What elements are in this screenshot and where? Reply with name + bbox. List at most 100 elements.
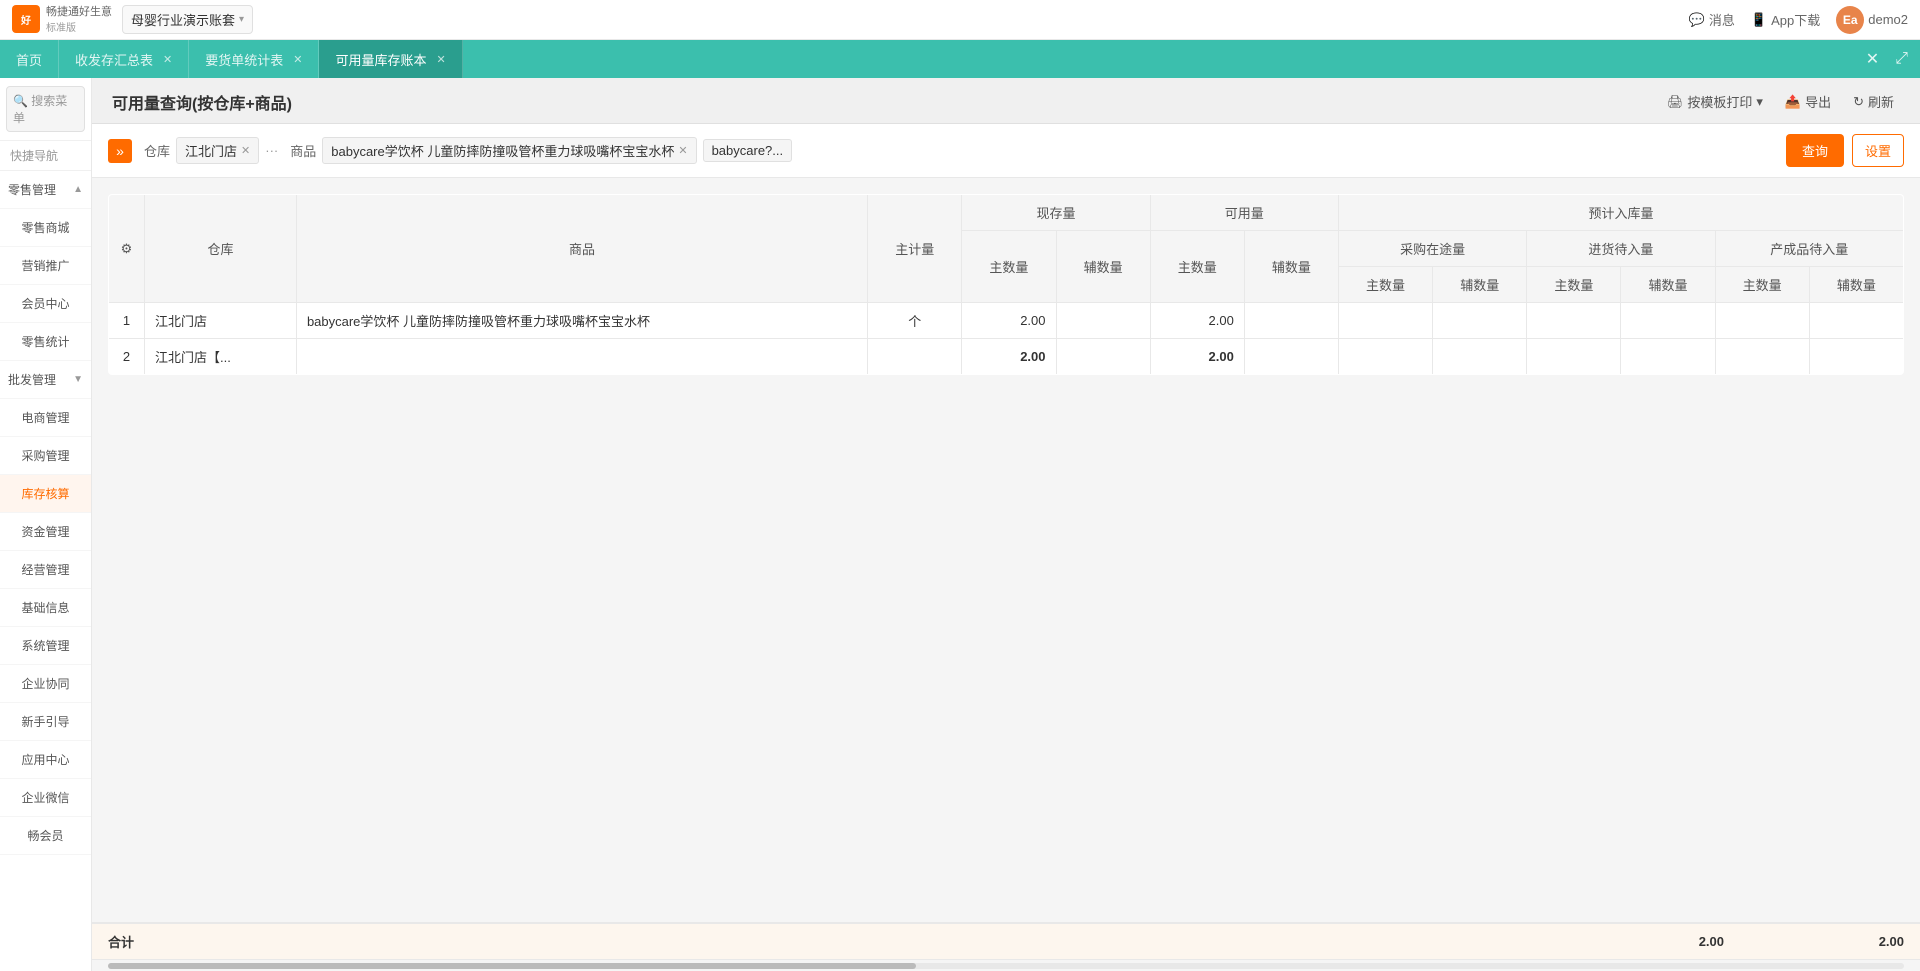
logo-text-area: 畅捷通好生意 标准版 [46, 5, 112, 34]
sidebar-finance-label: 资金管理 [21, 523, 69, 540]
logo-area: 好 畅捷通好生意 标准版 [12, 5, 112, 34]
setting-button[interactable]: 设置 [1852, 134, 1904, 167]
tab-order-summary-label: 要货单统计表 [205, 50, 283, 69]
sidebar-item-enterprise[interactable]: 企业协同 [0, 665, 91, 703]
org-selector[interactable]: 母婴行业演示账套 ▾ [122, 5, 253, 34]
sidebar-item-finance[interactable]: 资金管理 [0, 513, 91, 551]
th-purchased-transit: 采购在途量 [1338, 231, 1526, 267]
page-header-actions: 🖨 按模板打印 ▾ 📤 导出 ↻ 刷新 [1661, 88, 1900, 115]
th-gear[interactable]: ⚙ [109, 195, 145, 303]
tab-home[interactable]: 首页 [0, 40, 59, 78]
sidebar-item-enterprise-wx[interactable]: 企业微信 [0, 779, 91, 817]
user-menu[interactable]: Ea demo2 [1836, 6, 1908, 34]
warehouse-more-btn[interactable]: ··· [265, 143, 278, 158]
sidebar-item-zero-retail[interactable]: 零售管理 ▲ [0, 171, 91, 209]
sidebar-newguide-label: 新手引导 [21, 713, 69, 730]
th-purchased-aux: 辅数量 [1433, 267, 1527, 303]
th-inbound-main: 主数量 [1527, 267, 1621, 303]
logo-icon: 好 [12, 5, 40, 33]
tab-close-all-icon[interactable]: ✕ [1862, 45, 1883, 73]
row1-production-main [1715, 303, 1809, 339]
warehouse-filter-value: 江北门店 [185, 141, 237, 160]
sidebar-item-retail-store[interactable]: 零售商城 [0, 209, 91, 247]
th-production-pending: 产成品待入量 [1715, 231, 1903, 267]
row2-warehouse: 江北门店【... [145, 339, 297, 375]
logo-sub: 标准版 [46, 19, 112, 34]
table-row: 1 江北门店 babycare学饮杯 儿童防摔防撞吸管杯重力球吸嘴杯宝宝水杯 个… [109, 303, 1904, 339]
filter-expand-btn[interactable]: » [108, 139, 132, 163]
th-warehouse: 仓库 [145, 195, 297, 303]
tab-available-inventory-label: 可用量库存账本 [335, 50, 426, 69]
sidebar-item-retail-stats[interactable]: 零售统计 [0, 323, 91, 361]
content-area: 可用量查询(按仓库+商品) 🖨 按模板打印 ▾ 📤 导出 ↻ 刷新 [92, 78, 1920, 971]
scroll-thumb[interactable] [108, 963, 916, 969]
product-filter-value2: babycare?... [712, 143, 784, 158]
row2-current-aux [1056, 339, 1150, 375]
tab-bar: 首页 收发存汇总表 ✕ 要货单统计表 ✕ 可用量库存账本 ✕ ✕ ⤢ [0, 40, 1920, 78]
tab-receive-summary[interactable]: 收发存汇总表 ✕ [59, 40, 189, 78]
main-layout: 🔍 搜索菜单 快捷导航 零售管理 ▲ 零售商城 营销推广 会员中心 零售统计 批… [0, 78, 1920, 971]
row2-seq: 2 [109, 339, 145, 375]
scroll-track[interactable] [108, 963, 1904, 969]
row1-available-main: 2.00 [1150, 303, 1244, 339]
tab-receive-summary-close[interactable]: ✕ [163, 53, 172, 66]
refresh-icon: ↻ [1853, 94, 1864, 110]
row1-seq: 1 [109, 303, 145, 339]
row2-purchased-main [1338, 339, 1432, 375]
product-filter-close1[interactable]: ✕ [678, 144, 687, 157]
table-area: ⚙ 仓库 商品 主计量 现存量 可用量 预计入库量 主数量 辅数量 主数量 辅数… [92, 178, 1920, 922]
sidebar: 🔍 搜索菜单 快捷导航 零售管理 ▲ 零售商城 营销推广 会员中心 零售统计 批… [0, 78, 92, 971]
warehouse-filter-close[interactable]: ✕ [241, 144, 250, 157]
chevron-print-icon: ▾ [1756, 94, 1763, 110]
tab-expand-icon[interactable]: ⤢ [1891, 46, 1912, 72]
app-download-btn[interactable]: 📱 App下载 [1751, 10, 1820, 29]
product-filter-tag2[interactable]: babycare?... [703, 139, 793, 162]
sidebar-item-member-center[interactable]: 会员中心 [0, 285, 91, 323]
tab-available-inventory-close[interactable]: ✕ [437, 53, 446, 66]
sidebar-item-inventory[interactable]: 库存核算 [0, 475, 91, 513]
message-btn[interactable]: 💬 消息 [1689, 10, 1735, 29]
template-print-btn[interactable]: 🖨 按模板打印 ▾ [1661, 88, 1769, 115]
sidebar-item-ecommerce[interactable]: 电商管理 [0, 399, 91, 437]
sidebar-enterprise-wx-label: 企业微信 [21, 789, 69, 806]
print-icon: 🖨 [1667, 94, 1684, 110]
sidebar-item-app-center[interactable]: 应用中心 [0, 741, 91, 779]
sidebar-wholesale-label: 批发管理 [8, 371, 56, 388]
tab-order-summary-close[interactable]: ✕ [293, 53, 302, 66]
sidebar-item-basic-info[interactable]: 基础信息 [0, 589, 91, 627]
sidebar-item-system[interactable]: 系统管理 [0, 627, 91, 665]
warehouse-filter-tag[interactable]: 江北门店 ✕ [176, 137, 259, 164]
sidebar-item-marketing[interactable]: 营销推广 [0, 247, 91, 285]
sidebar-item-purchase[interactable]: 采购管理 [0, 437, 91, 475]
tab-order-summary[interactable]: 要货单统计表 ✕ [189, 40, 319, 78]
sidebar-app-center-label: 应用中心 [21, 751, 69, 768]
product-filter-tag1[interactable]: babycare学饮杯 儿童防摔防撞吸管杯重力球吸嘴杯宝宝水杯 ✕ [322, 137, 696, 164]
row1-inbound-main [1527, 303, 1621, 339]
tab-available-inventory[interactable]: 可用量库存账本 ✕ [319, 40, 462, 78]
refresh-btn[interactable]: ↻ 刷新 [1847, 88, 1900, 115]
table-footer: 合计 2.00 2.00 [92, 922, 1920, 959]
row2-production-aux [1809, 339, 1903, 375]
query-button[interactable]: 查询 [1786, 134, 1844, 167]
sidebar-item-wholesale[interactable]: 批发管理 ▼ [0, 361, 91, 399]
expand-icon: » [116, 143, 124, 159]
row1-available-aux [1244, 303, 1338, 339]
sidebar-search-button[interactable]: 🔍 搜索菜单 [6, 86, 85, 132]
message-icon: 💬 [1689, 12, 1705, 28]
sidebar-item-newguide[interactable]: 新手引导 [0, 703, 91, 741]
sidebar-item-operation[interactable]: 经营管理 [0, 551, 91, 589]
export-btn[interactable]: 📤 导出 [1779, 88, 1837, 115]
tab-home-label: 首页 [16, 50, 42, 69]
horizontal-scrollbar[interactable] [92, 959, 1920, 971]
footer-available-main: 2.00 [1804, 934, 1904, 949]
mobile-icon: 📱 [1751, 12, 1767, 28]
product-filter-label: 商品 [290, 141, 316, 160]
row1-purchased-aux [1433, 303, 1527, 339]
sidebar-retail-stats-label: 零售统计 [21, 333, 69, 350]
th-inbound-pending: 进货待入量 [1527, 231, 1715, 267]
th-inbound-aux: 辅数量 [1621, 267, 1715, 303]
row2-purchased-aux [1433, 339, 1527, 375]
th-current-aux: 辅数量 [1056, 231, 1150, 303]
row2-product [296, 339, 867, 375]
sidebar-item-vip[interactable]: 畅会员 [0, 817, 91, 855]
